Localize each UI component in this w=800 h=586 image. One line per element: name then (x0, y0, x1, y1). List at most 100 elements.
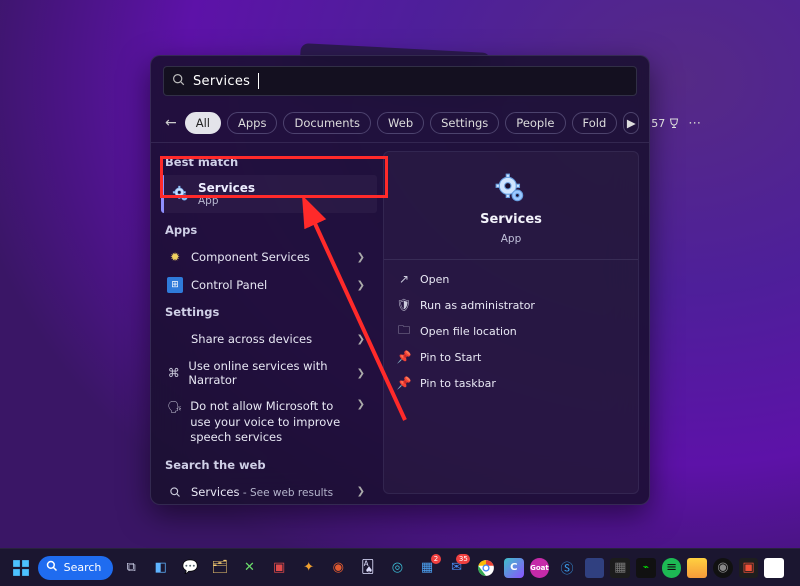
filter-tab-folders[interactable]: Fold (572, 112, 618, 134)
start-search-panel: Services ← All Apps Documents Web Settin… (150, 55, 650, 505)
filter-tab-all[interactable]: All (185, 112, 221, 134)
voice-icon: 🗣 (167, 399, 182, 415)
filter-tab-web[interactable]: Web (377, 112, 424, 134)
result-share-devices[interactable]: Share across devices ❯ (161, 325, 377, 353)
widgets-icon[interactable]: ◧ (149, 556, 173, 580)
filter-tab-people[interactable]: People (505, 112, 565, 134)
folder-icon: 🗀 (396, 323, 412, 339)
action-label: Open (420, 273, 449, 286)
preview-pane: Services App ↗ Open 🛡 Run as administrat… (377, 143, 649, 504)
result-web-services[interactable]: Services - See web results ❯ (161, 478, 377, 504)
shield-icon: 🛡 (396, 297, 412, 313)
mail-icon[interactable]: ✉35 (445, 556, 469, 580)
appD-icon[interactable] (687, 558, 707, 578)
text-caret (258, 73, 259, 89)
action-label: Pin to taskbar (420, 377, 496, 390)
filter-more-icon[interactable]: ▶ (623, 112, 639, 134)
narrator-icon: ⌘ (167, 365, 180, 381)
action-open-location[interactable]: 🗀 Open file location (388, 318, 634, 344)
chevron-right-icon: ❯ (357, 334, 371, 345)
appB-icon[interactable]: ▦ (610, 558, 630, 578)
photos-icon[interactable]: ▦2 (415, 556, 439, 580)
office-icon[interactable]: ◉ (326, 556, 350, 580)
chevron-right-icon: ❯ (357, 280, 371, 291)
taskbar-search-label: Search (64, 561, 102, 574)
filter-bar: ← All Apps Documents Web Settings People… (151, 104, 649, 143)
back-icon[interactable]: ← (163, 115, 179, 131)
best-match-subtitle: App (198, 195, 255, 207)
taskbar-search-button[interactable]: Search (38, 556, 114, 580)
section-settings: Settings (161, 299, 377, 325)
preview-title: Services (480, 212, 542, 227)
services-gear-icon (172, 185, 190, 203)
result-component-services[interactable]: ✹ Component Services ❯ (161, 243, 377, 271)
result-narrator-services[interactable]: ⌘ Use online services with Narrator ❯ (161, 353, 377, 393)
appE-icon[interactable]: ▣ (739, 558, 759, 578)
search-icon (46, 560, 58, 575)
action-label: Run as administrator (420, 299, 535, 312)
result-label: Share across devices (191, 332, 312, 346)
results-list: Best match Services App Apps ✹ Compone (151, 143, 377, 504)
filter-tab-documents[interactable]: Documents (283, 112, 371, 134)
task-view-icon[interactable]: ⧉ (119, 556, 143, 580)
search-icon (167, 484, 183, 500)
section-best-match: Best match (161, 149, 377, 175)
result-control-panel[interactable]: ⊞ Control Panel ❯ (161, 271, 377, 299)
blank-icon (167, 331, 183, 347)
action-label: Open file location (420, 325, 517, 338)
section-apps: Apps (161, 217, 377, 243)
result-voice-services[interactable]: 🗣 Do not allow Microsoft to use your voi… (161, 393, 377, 452)
tips-icon[interactable]: ✦ (297, 556, 321, 580)
section-web: Search the web (161, 452, 377, 478)
chevron-right-icon: ❯ (357, 486, 371, 497)
taskbar: Search ⧉ ◧ 💬 🗂 ✕ ▣ ✦ ◉ 🂡 ◎ ▦2 ✉35 C Goat… (0, 548, 800, 586)
obs-icon[interactable]: ◉ (713, 558, 733, 578)
search-text: Services (193, 74, 250, 89)
open-icon: ↗ (396, 271, 412, 287)
search-input[interactable]: Services (163, 66, 637, 96)
pin-icon: 📌 (396, 375, 412, 391)
gear-icon: ✹ (167, 249, 183, 265)
best-match-item[interactable]: Services App (161, 175, 377, 213)
chevron-right-icon: ❯ (357, 399, 371, 410)
action-label: Pin to Start (420, 351, 481, 364)
pin-icon: 📌 (396, 349, 412, 365)
appC-icon[interactable]: ⌁ (636, 558, 656, 578)
points-value: 57 (651, 117, 665, 130)
start-button[interactable] (10, 557, 32, 579)
overflow-icon[interactable]: ⋯ (686, 116, 703, 131)
explorer-icon[interactable]: 🗂 (208, 556, 232, 580)
edge-icon[interactable]: ◎ (386, 556, 410, 580)
preview-actions: ↗ Open 🛡 Run as administrator 🗀 Open fil… (384, 259, 638, 402)
action-run-admin[interactable]: 🛡 Run as administrator (388, 292, 634, 318)
skype-icon[interactable]: Ⓢ (555, 556, 579, 580)
chat-icon[interactable]: 💬 (179, 556, 203, 580)
appF-icon[interactable] (764, 558, 784, 578)
best-match-title: Services (198, 181, 255, 195)
xbox-icon[interactable]: ✕ (238, 556, 262, 580)
spotify-icon[interactable]: ≡ (662, 558, 682, 578)
action-pin-taskbar[interactable]: 📌 Pin to taskbar (388, 370, 634, 396)
solitaire-icon[interactable]: 🂡 (356, 556, 380, 580)
services-large-gear-icon (494, 172, 528, 206)
result-label: Do not allow Microsoft to use your voice… (190, 399, 348, 446)
filter-tab-settings[interactable]: Settings (430, 112, 499, 134)
action-open[interactable]: ↗ Open (388, 266, 634, 292)
appA-icon[interactable] (585, 558, 605, 578)
rewards-points[interactable]: 57 (651, 117, 680, 130)
chrome-icon[interactable] (474, 556, 498, 580)
result-label: Control Panel (191, 278, 267, 292)
result-label: Services - See web results (191, 485, 333, 499)
movies-icon[interactable]: ▣ (267, 556, 291, 580)
preview-subtitle: App (501, 233, 522, 245)
chevron-right-icon: ❯ (357, 252, 371, 263)
filter-tab-apps[interactable]: Apps (227, 112, 277, 134)
action-pin-start[interactable]: 📌 Pin to Start (388, 344, 634, 370)
search-icon (172, 73, 185, 90)
canva-icon[interactable]: C (504, 558, 524, 578)
goat-icon[interactable]: Goat (530, 558, 550, 578)
control-panel-icon: ⊞ (167, 277, 183, 293)
chevron-right-icon: ❯ (357, 368, 371, 379)
result-label: Use online services with Narrator (188, 359, 348, 387)
result-label: Component Services (191, 250, 310, 264)
